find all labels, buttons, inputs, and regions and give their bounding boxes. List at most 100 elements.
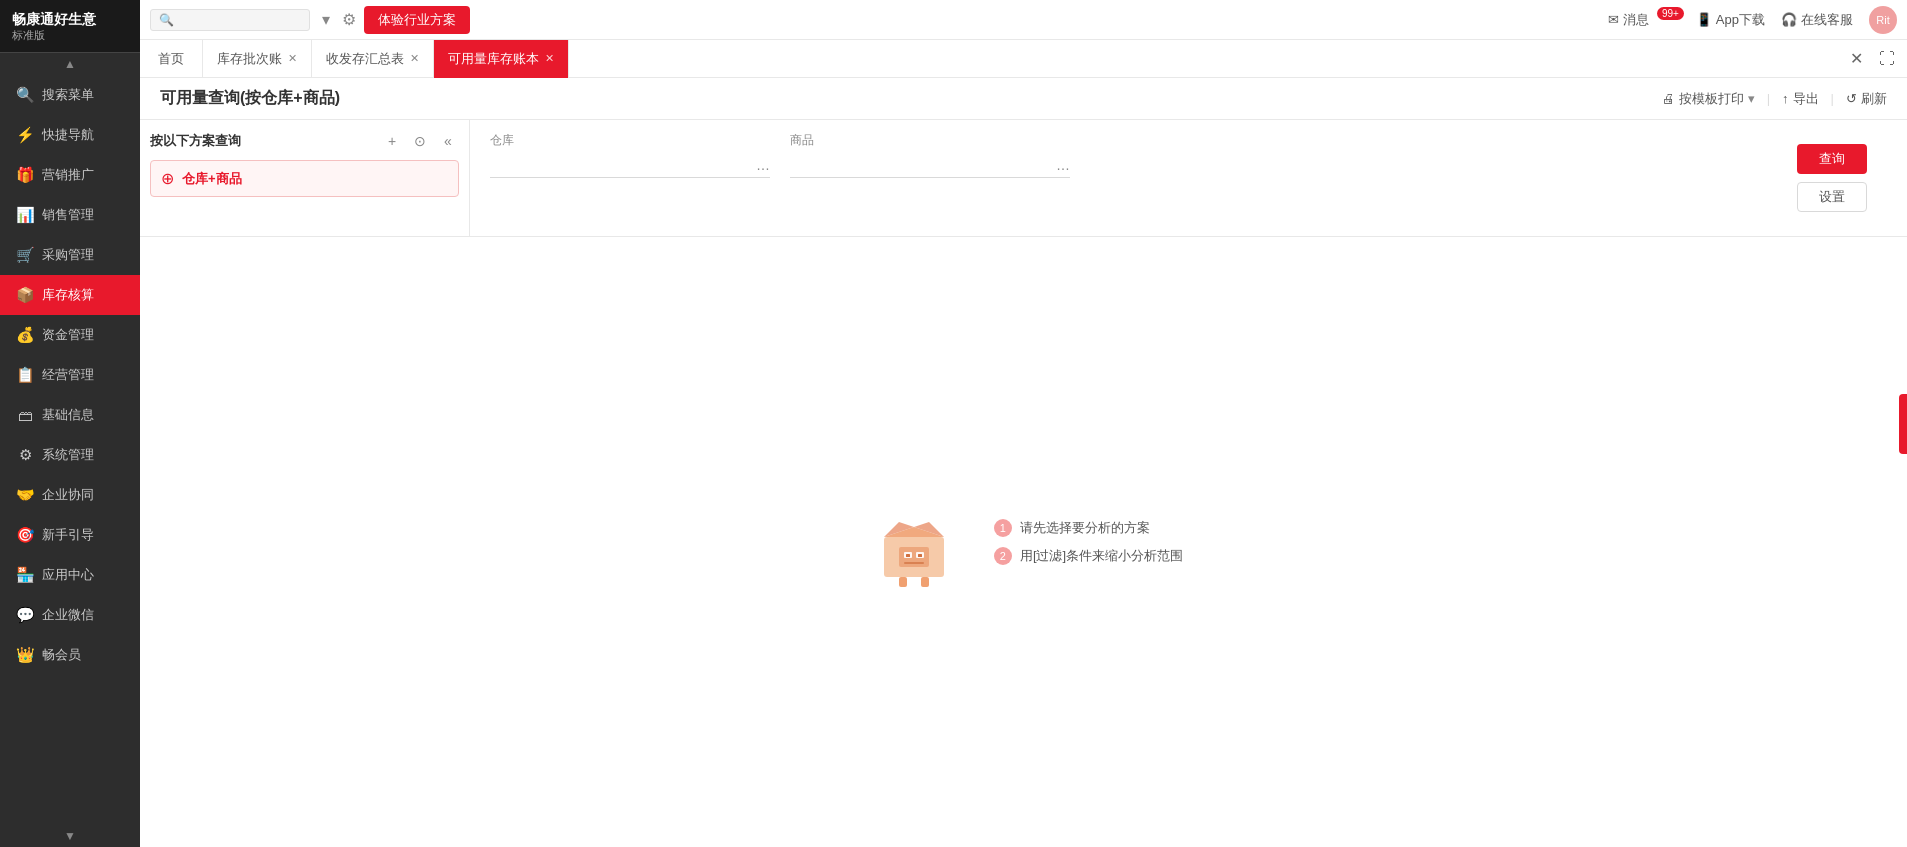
tab-summary-close[interactable]: ✕ xyxy=(410,52,419,65)
sidebar-icon-operation: 📋 xyxy=(16,366,34,384)
phone-icon: 📱 xyxy=(1696,12,1712,27)
scheme-item-label: 仓库+商品 xyxy=(182,170,242,188)
scheme-item-warehouse-goods[interactable]: ⊕ 仓库+商品 xyxy=(150,160,459,197)
empty-tips: 1 请先选择要分析的方案 2 用[过滤]条件来缩小分析范围 xyxy=(994,519,1183,565)
print-button[interactable]: 🖨 按模板打印 ▾ xyxy=(1662,90,1755,108)
export-button[interactable]: ↑ 导出 xyxy=(1782,90,1819,108)
sidebar-label-operation: 经营管理 xyxy=(42,366,94,384)
messages-label: 消息 xyxy=(1623,11,1649,29)
topbar: 🔍 ▾ ⚙ 体验行业方案 ✉ 消息 99+ 📱 App下载 🎧 在线客服 Ri xyxy=(140,0,1907,40)
sidebar-icon-quick-nav: ⚡ xyxy=(16,126,34,144)
empty-box-svg xyxy=(864,492,964,592)
main-area: 🔍 ▾ ⚙ 体验行业方案 ✉ 消息 99+ 📱 App下载 🎧 在线客服 Ri xyxy=(140,0,1907,847)
empty-illustration xyxy=(864,492,964,592)
sidebar-icon-guide: 🎯 xyxy=(16,526,34,544)
refresh-icon: ↺ xyxy=(1846,91,1857,106)
collapse-icon: « xyxy=(444,133,452,149)
tip-text-2: 用[过滤]条件来缩小分析范围 xyxy=(1020,547,1183,565)
filter-warehouse-input-wrapper: … xyxy=(490,153,770,178)
query-btn-area: 查询 设置 xyxy=(1797,132,1887,224)
online-support-label: 在线客服 xyxy=(1801,11,1853,29)
tab-expand-button[interactable]: ⛶ xyxy=(1875,46,1899,72)
sidebar-item-sales[interactable]: 📊 销售管理 xyxy=(0,195,140,235)
sidebar-icon-wechat: 💬 xyxy=(16,606,34,624)
sidebar-icon-member: 👑 xyxy=(16,646,34,664)
sidebar-item-search[interactable]: 🔍 搜索菜单 xyxy=(0,75,140,115)
sidebar-item-quick-nav[interactable]: ⚡ 快捷导航 xyxy=(0,115,140,155)
user-avatar-text: Rit xyxy=(1876,14,1889,26)
search-icon: 🔍 xyxy=(159,13,174,27)
company-name: 畅康通好生意 xyxy=(12,10,128,28)
sidebar-item-operation[interactable]: 📋 经营管理 xyxy=(0,355,140,395)
refresh-button[interactable]: ↺ 刷新 xyxy=(1846,90,1887,108)
filter-goods-label: 商品 xyxy=(790,132,1070,149)
sidebar-icon-search: 🔍 xyxy=(16,86,34,104)
tab-inventory-summary[interactable]: 收发存汇总表 ✕ xyxy=(312,40,434,78)
sidebar-scroll-down[interactable]: ▼ xyxy=(0,825,140,847)
tab-batch-account[interactable]: 库存批次账 ✕ xyxy=(203,40,312,78)
tab-home-label: 首页 xyxy=(158,50,184,68)
filter-goods-input[interactable] xyxy=(790,158,1052,173)
user-menu[interactable]: Rit xyxy=(1869,6,1897,34)
sidebar-logo: 畅康通好生意 标准版 xyxy=(0,0,140,53)
settings-button[interactable]: 设置 xyxy=(1797,182,1867,212)
topbar-gear-icon[interactable]: ⚙ xyxy=(342,10,356,29)
sidebar-scroll-up[interactable]: ▲ xyxy=(0,53,140,75)
app-download-button[interactable]: 📱 App下载 xyxy=(1696,11,1765,29)
scheme-collapse-button[interactable]: « xyxy=(437,130,459,152)
tab-available-stock[interactable]: 可用量库存账本 ✕ xyxy=(434,40,569,78)
sidebar-item-system[interactable]: ⚙ 系统管理 xyxy=(0,435,140,475)
scheme-add-button[interactable]: + xyxy=(381,130,403,152)
sidebar-item-member[interactable]: 👑 畅会员 xyxy=(0,635,140,675)
right-scroll-indicator xyxy=(1899,394,1907,454)
sidebar-item-appstore[interactable]: 🏪 应用中心 xyxy=(0,555,140,595)
empty-area: 1 请先选择要分析的方案 2 用[过滤]条件来缩小分析范围 xyxy=(140,237,1907,847)
filter-goods-more-icon[interactable]: … xyxy=(1056,157,1070,173)
app-download-label: App下载 xyxy=(1716,11,1765,29)
sidebar-label-system: 系统管理 xyxy=(42,446,94,464)
tab-close-button[interactable]: ✕ xyxy=(1846,45,1867,72)
query-button[interactable]: 查询 xyxy=(1797,144,1867,174)
sidebar-icon-sales: 📊 xyxy=(16,206,34,224)
tab-home[interactable]: 首页 xyxy=(140,40,203,78)
sidebar: 畅康通好生意 标准版 ▲ 🔍 搜索菜单 ⚡ 快捷导航 🎁 营销推广 📊 销售管理… xyxy=(0,0,140,847)
tab-available-close[interactable]: ✕ xyxy=(545,52,554,65)
page-header: 可用量查询(按仓库+商品) 🖨 按模板打印 ▾ | ↑ 导出 | ↺ 刷新 xyxy=(140,78,1907,120)
export-label: 导出 xyxy=(1793,90,1819,108)
page-title: 可用量查询(按仓库+商品) xyxy=(160,88,340,109)
tabs-controls: ✕ ⛶ xyxy=(1846,40,1907,78)
sidebar-icon-marketing: 🎁 xyxy=(16,166,34,184)
sidebar-item-guide[interactable]: 🎯 新手引导 xyxy=(0,515,140,555)
trial-industry-button[interactable]: 体验行业方案 xyxy=(364,6,470,34)
sidebar-label-appstore: 应用中心 xyxy=(42,566,94,584)
sidebar-item-wechat[interactable]: 💬 企业微信 xyxy=(0,595,140,635)
refresh-label: 刷新 xyxy=(1861,90,1887,108)
sidebar-item-marketing[interactable]: 🎁 营销推广 xyxy=(0,155,140,195)
tabs-bar: 首页 库存批次账 ✕ 收发存汇总表 ✕ 可用量库存账本 ✕ ✕ ⛶ xyxy=(140,40,1907,78)
svg-rect-9 xyxy=(904,562,924,564)
sidebar-label-sales: 销售管理 xyxy=(42,206,94,224)
sidebar-icon-enterprise: 🤝 xyxy=(16,486,34,504)
sidebar-item-inventory[interactable]: 📦 库存核算 xyxy=(0,275,140,315)
add-icon: + xyxy=(388,133,396,149)
topbar-dropdown-icon[interactable]: ▾ xyxy=(322,10,330,29)
sidebar-item-enterprise[interactable]: 🤝 企业协同 xyxy=(0,475,140,515)
messages-button[interactable]: ✉ 消息 99+ xyxy=(1608,11,1680,29)
print-dropdown-icon[interactable]: ▾ xyxy=(1748,91,1755,106)
scheme-settings-button[interactable]: ⊙ xyxy=(409,130,431,152)
filter-warehouse-more-icon[interactable]: … xyxy=(756,157,770,173)
filter-area: 仓库 … 商品 … 查询 设置 xyxy=(470,120,1907,236)
filter-warehouse-input[interactable] xyxy=(490,158,752,173)
online-support-button[interactable]: 🎧 在线客服 xyxy=(1781,11,1853,29)
tab-batch-close[interactable]: ✕ xyxy=(288,52,297,65)
sidebar-icon-inventory: 📦 xyxy=(16,286,34,304)
sidebar-item-purchase[interactable]: 🛒 采购管理 xyxy=(0,235,140,275)
svg-rect-11 xyxy=(921,577,929,587)
sidebar-item-basic[interactable]: 🗃 基础信息 xyxy=(0,395,140,435)
headset-icon: 🎧 xyxy=(1781,12,1797,27)
sidebar-item-finance[interactable]: 💰 资金管理 xyxy=(0,315,140,355)
sidebar-label-guide: 新手引导 xyxy=(42,526,94,544)
edition-label: 标准版 xyxy=(12,28,128,42)
tab-batch-label: 库存批次账 xyxy=(217,50,282,68)
export-icon: ↑ xyxy=(1782,91,1789,106)
